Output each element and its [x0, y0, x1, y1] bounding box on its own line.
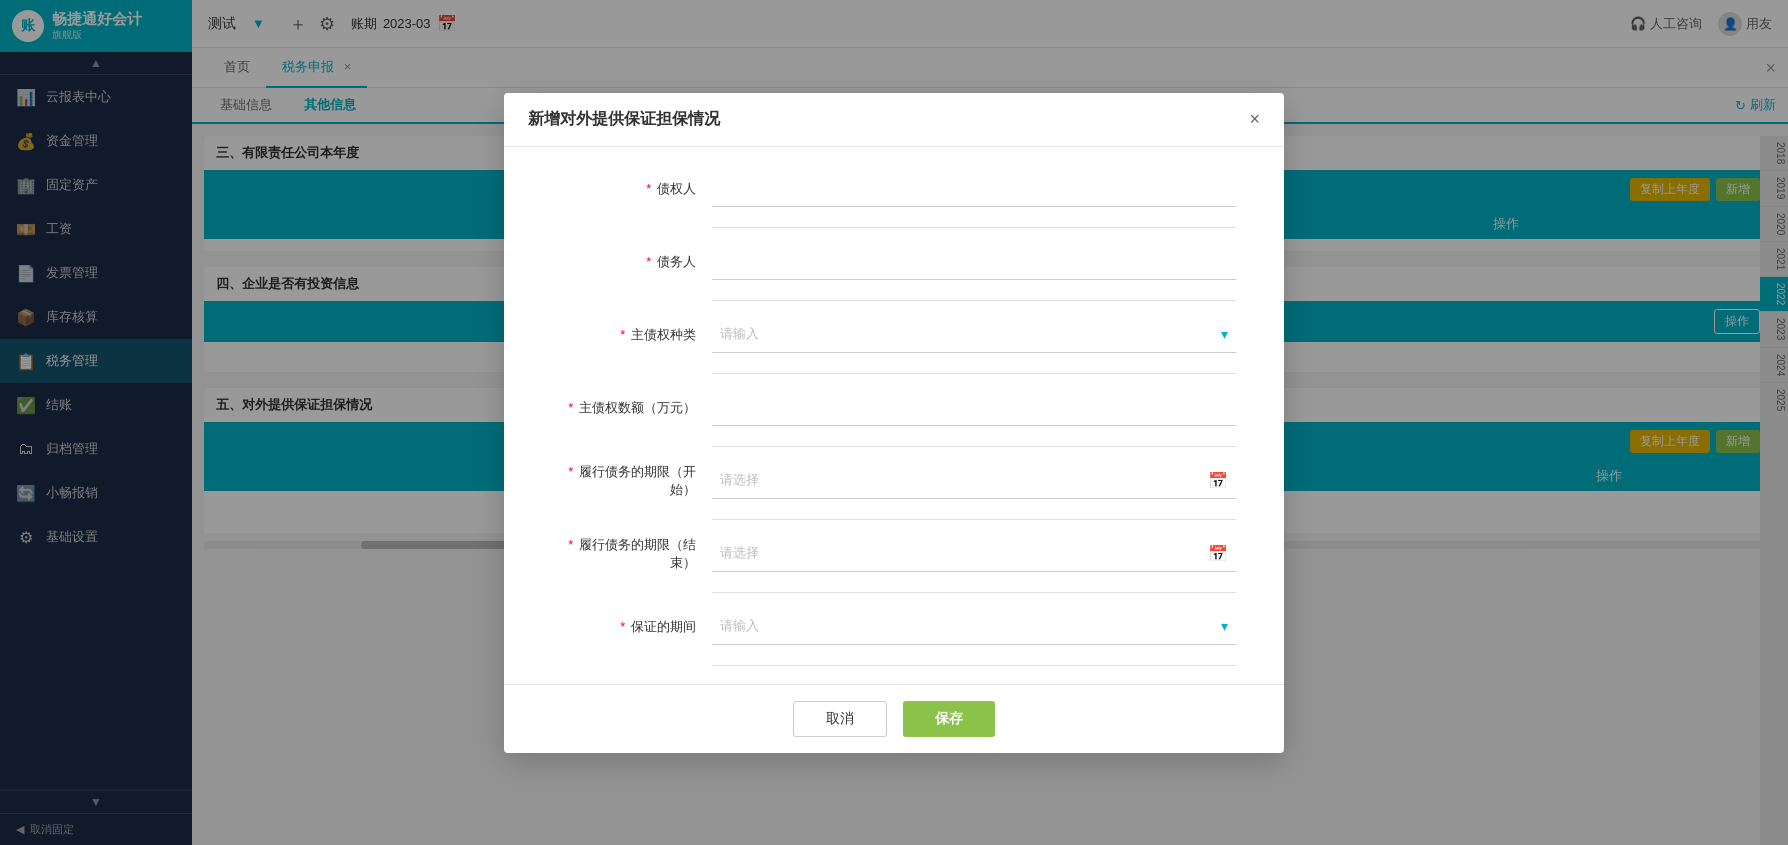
save-button[interactable]: 保存	[903, 701, 995, 737]
form-label-debtor: * 债务人	[552, 253, 712, 271]
modal-title: 新增对外提供保证担保情况	[528, 109, 720, 130]
debt-type-chevron-icon: ▾	[1221, 326, 1228, 342]
start-date-picker[interactable]: 请选择 📅	[712, 463, 1236, 499]
start-date-placeholder: 请选择	[720, 471, 759, 489]
form-label-end-date: * 履行债务的期限（结束）	[552, 536, 712, 572]
debt-amount-input[interactable]	[712, 390, 1236, 426]
debtor-input[interactable]	[712, 244, 1236, 280]
divider-2	[712, 300, 1236, 301]
form-row-guarantee-period: * 保证的期间 请输入 ▾	[552, 609, 1236, 645]
form-row-debt-type: * 主债权种类 请输入 ▾	[552, 317, 1236, 353]
form-label-guarantee-period: * 保证的期间	[552, 618, 712, 636]
divider-3	[712, 373, 1236, 374]
modal-overlay[interactable]: 新增对外提供保证担保情况 × * 债权人 * 债务人	[0, 0, 1788, 845]
form-label-start-date: * 履行债务的期限（开始）	[552, 463, 712, 499]
debt-type-select[interactable]: 请输入 ▾	[712, 317, 1236, 353]
modal-footer: 取消 保存	[504, 684, 1284, 753]
divider-6	[712, 592, 1236, 593]
guarantee-period-placeholder: 请输入	[720, 617, 759, 635]
end-date-picker[interactable]: 请选择 📅	[712, 536, 1236, 572]
form-label-creditor: * 债权人	[552, 180, 712, 198]
end-date-placeholder: 请选择	[720, 544, 759, 562]
modal-close-button[interactable]: ×	[1249, 110, 1260, 128]
debt-type-placeholder: 请输入	[720, 325, 759, 343]
divider-4	[712, 446, 1236, 447]
creditor-input[interactable]	[712, 171, 1236, 207]
guarantee-period-select[interactable]: 请输入 ▾	[712, 609, 1236, 645]
close-icon: ×	[1249, 109, 1260, 129]
form-row-creditor: * 债权人	[552, 171, 1236, 207]
cancel-button[interactable]: 取消	[793, 701, 887, 737]
divider-1	[712, 227, 1236, 228]
form-label-debt-amount: * 主债权数额（万元）	[552, 399, 712, 417]
form-row-guarantee-method: * 保证的方式 请输入 ▾	[552, 682, 1236, 684]
guarantee-method-select[interactable]: 请输入 ▾	[712, 682, 1236, 684]
modal-header: 新增对外提供保证担保情况 ×	[504, 93, 1284, 147]
form-row-debt-amount: * 主债权数额（万元）	[552, 390, 1236, 426]
start-date-calendar-icon: 📅	[1208, 471, 1228, 490]
form-row-start-date: * 履行债务的期限（开始） 请选择 📅	[552, 463, 1236, 499]
form-row-end-date: * 履行债务的期限（结束） 请选择 📅	[552, 536, 1236, 572]
form-row-debtor: * 债务人	[552, 244, 1236, 280]
guarantee-period-chevron-icon: ▾	[1221, 618, 1228, 634]
modal-dialog: 新增对外提供保证担保情况 × * 债权人 * 债务人	[504, 93, 1284, 753]
modal-body: * 债权人 * 债务人 * 主债权种类	[504, 147, 1284, 684]
form-label-debt-type: * 主债权种类	[552, 326, 712, 344]
divider-5	[712, 519, 1236, 520]
end-date-calendar-icon: 📅	[1208, 544, 1228, 563]
divider-7	[712, 665, 1236, 666]
